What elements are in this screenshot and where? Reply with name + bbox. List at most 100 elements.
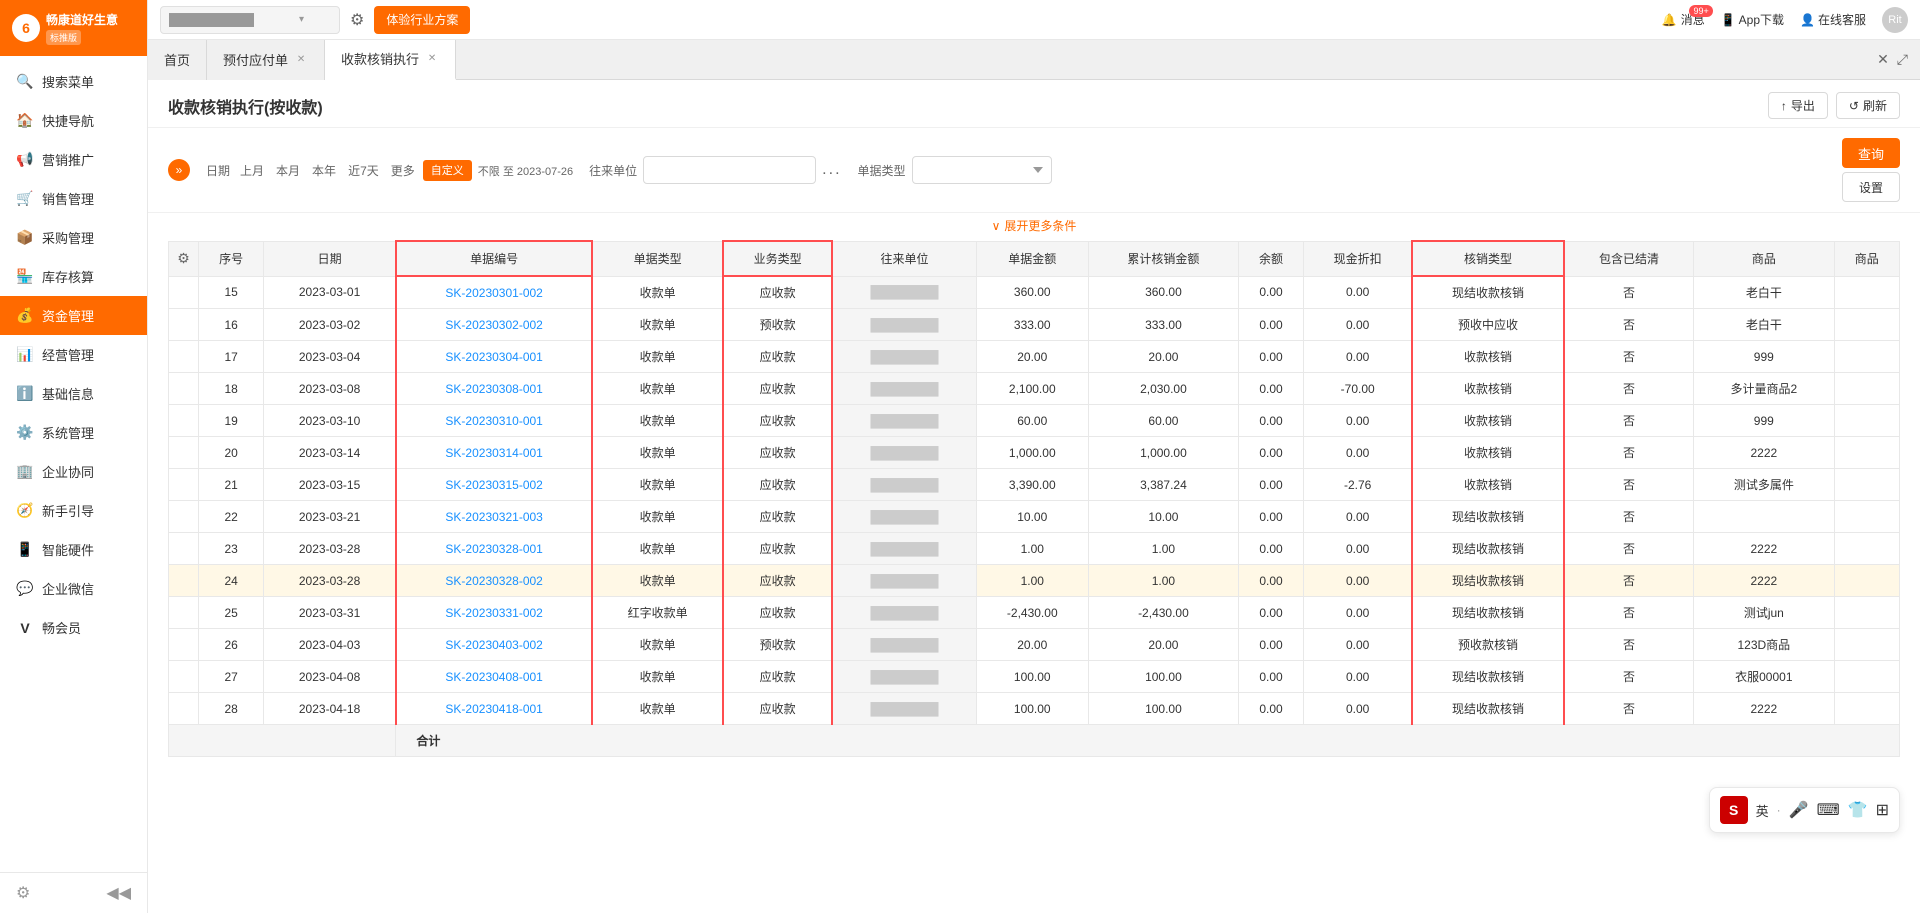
bill-no-link[interactable]: SK-20230302-002 <box>445 318 542 332</box>
topbar-right: 🔔 消息 99+ 📱 App下载 👤 在线客服 Rit <box>1662 7 1908 33</box>
sidebar-item-purchase[interactable]: 📦 采购管理 <box>0 218 147 257</box>
partner-dots[interactable]: ... <box>822 161 841 179</box>
settings-bottom-icon[interactable]: ⚙ <box>16 883 30 903</box>
partner-input[interactable] <box>643 156 816 184</box>
cell-include-settled: 否 <box>1564 629 1694 661</box>
sidebar-item-inventory[interactable]: 🏪 库存核算 <box>0 257 147 296</box>
cell-balance: 0.00 <box>1238 501 1303 533</box>
industry-plan-button[interactable]: 体验行业方案 <box>374 6 470 34</box>
sidebar-item-quick-nav[interactable]: 🏠 快捷导航 <box>0 101 147 140</box>
bill-no-link[interactable]: SK-20230314-001 <box>445 446 542 460</box>
cell-write-off-amount: 20.00 <box>1088 341 1238 373</box>
tab-close-receipt[interactable]: ✕ <box>425 52 439 66</box>
cell-date: 2023-03-14 <box>264 437 396 469</box>
date-link-last-month[interactable]: 上月 <box>236 160 268 181</box>
bill-no-link[interactable]: SK-20230315-002 <box>445 478 542 492</box>
bill-no-link[interactable]: SK-20230308-001 <box>445 382 542 396</box>
filter-bar: » 日期 上月 本月 本年 近7天 更多 自定义 不限 至 2023-07-26… <box>148 128 1920 213</box>
partner-label: 往来单位 <box>589 162 637 179</box>
topbar-search-input[interactable] <box>169 13 299 27</box>
bill-no-link[interactable]: SK-20230328-002 <box>445 574 542 588</box>
bill-no-link[interactable]: SK-20230403-002 <box>445 638 542 652</box>
cell-biz-type: 应收款 <box>723 469 832 501</box>
cell-settings <box>169 661 199 693</box>
table-settings-button[interactable]: ⚙ <box>177 250 190 267</box>
cell-cash-discount: 0.00 <box>1304 276 1413 309</box>
cell-biz-type: 应收款 <box>723 437 832 469</box>
tshirt-icon[interactable]: 👕 <box>1848 800 1868 820</box>
bill-no-link[interactable]: SK-20230331-002 <box>445 606 542 620</box>
sidebar-item-marketing[interactable]: 📢 营销推广 <box>0 140 147 179</box>
apps-grid-icon[interactable]: ⊞ <box>1876 800 1889 820</box>
maximize-tab-button[interactable]: ⤢ <box>1897 51 1908 68</box>
sidebar-item-wechat[interactable]: 💬 企业微信 <box>0 569 147 608</box>
cell-cash-discount: 0.00 <box>1304 437 1413 469</box>
bill-no-link[interactable]: SK-20230301-002 <box>445 286 542 300</box>
cell-bill-amount: 2,100.00 <box>976 373 1088 405</box>
bill-no-link[interactable]: SK-20230304-001 <box>445 350 542 364</box>
cell-include-settled: 否 <box>1564 597 1694 629</box>
sidebar-item-system[interactable]: ⚙️ 系统管理 <box>0 413 147 452</box>
date-link-7days[interactable]: 近7天 <box>344 160 383 181</box>
tab-prepay[interactable]: 预付应付单 ✕ <box>207 40 325 80</box>
sidebar-item-sales[interactable]: 🛒 销售管理 <box>0 179 147 218</box>
topbar-gear-icon[interactable]: ⚙ <box>350 10 364 30</box>
sidebar-item-hardware[interactable]: 📱 智能硬件 <box>0 530 147 569</box>
cell-settings <box>169 437 199 469</box>
table-row: 22 2023-03-21 SK-20230321-003 收款单 应收款 ██… <box>169 501 1900 533</box>
sidebar-item-operation[interactable]: 📊 经营管理 <box>0 335 147 374</box>
bill-no-link[interactable]: SK-20230310-001 <box>445 414 542 428</box>
cell-bill-amount: 333.00 <box>976 309 1088 341</box>
page-header-actions: ↑ 导出 ↺ 刷新 <box>1768 92 1900 119</box>
cell-bill-type: 收款单 <box>592 565 723 597</box>
sidebar-item-basic[interactable]: ℹ️ 基础信息 <box>0 374 147 413</box>
col-header-bill-amount: 单据金额 <box>976 241 1088 276</box>
sidebar-item-search[interactable]: 🔍 搜索菜单 <box>0 62 147 101</box>
messages-button[interactable]: 🔔 消息 99+ <box>1662 11 1705 28</box>
cell-include-settled: 否 <box>1564 501 1694 533</box>
filter-settings-button[interactable]: 设置 <box>1842 172 1900 202</box>
date-link-this-month[interactable]: 本月 <box>272 160 304 181</box>
cell-biz-type: 预收款 <box>723 309 832 341</box>
tab-receipt-write-off[interactable]: 收款核销执行 ✕ <box>325 40 456 80</box>
sidebar-item-enterprise[interactable]: 🏢 企业协同 <box>0 452 147 491</box>
sidebar-item-member[interactable]: V 畅会员 <box>0 608 147 647</box>
user-avatar[interactable]: Rit <box>1882 7 1908 33</box>
filter-collapse-button[interactable]: » <box>168 159 190 181</box>
bill-no-link[interactable]: SK-20230321-003 <box>445 510 542 524</box>
mic-icon[interactable]: 🎤 <box>1789 800 1809 820</box>
collapse-icon[interactable]: ◀◀ <box>106 883 131 903</box>
cell-date: 2023-03-10 <box>264 405 396 437</box>
cell-write-off-amount: 333.00 <box>1088 309 1238 341</box>
float-logo: S <box>1720 796 1748 824</box>
footer-label <box>169 725 396 757</box>
expand-more-row: ∨ 展开更多条件 <box>148 213 1920 240</box>
expand-more-button[interactable]: ∨ 展开更多条件 <box>992 217 1077 234</box>
bill-no-link[interactable]: SK-20230408-001 <box>445 670 542 684</box>
bill-no-link[interactable]: SK-20230328-001 <box>445 542 542 556</box>
online-service-link[interactable]: 👤 在线客服 <box>1800 11 1866 28</box>
cell-bill-type: 收款单 <box>592 501 723 533</box>
tab-home[interactable]: 首页 <box>148 40 207 80</box>
cell-product2 <box>1834 309 1899 341</box>
app-download-link[interactable]: 📱 App下载 <box>1721 11 1784 28</box>
sidebar-item-guide[interactable]: 🧭 新手引导 <box>0 491 147 530</box>
keyboard-icon[interactable]: ⌨ <box>1817 800 1840 820</box>
cell-write-off-amount: 100.00 <box>1088 693 1238 725</box>
query-button[interactable]: 查询 <box>1842 138 1900 168</box>
date-custom-button[interactable]: 自定义 <box>423 160 472 181</box>
export-button[interactable]: ↑ 导出 <box>1768 92 1828 119</box>
cell-settings <box>169 533 199 565</box>
tab-close-prepay[interactable]: ✕ <box>294 53 308 67</box>
col-header-balance: 余额 <box>1238 241 1303 276</box>
sidebar-item-finance[interactable]: 💰 资金管理 <box>0 296 147 335</box>
close-tab-button[interactable]: ✕ <box>1877 51 1889 68</box>
date-link-this-year[interactable]: 本年 <box>308 160 340 181</box>
bill-no-link[interactable]: SK-20230418-001 <box>445 702 542 716</box>
cell-bill-type: 收款单 <box>592 693 723 725</box>
date-link-more[interactable]: 更多 <box>387 160 419 181</box>
col-header-settings: ⚙ <box>169 241 199 276</box>
refresh-button[interactable]: ↺ 刷新 <box>1836 92 1900 119</box>
topbar-chevron-icon: ▾ <box>299 14 304 25</box>
bill-type-select[interactable] <box>912 156 1052 184</box>
